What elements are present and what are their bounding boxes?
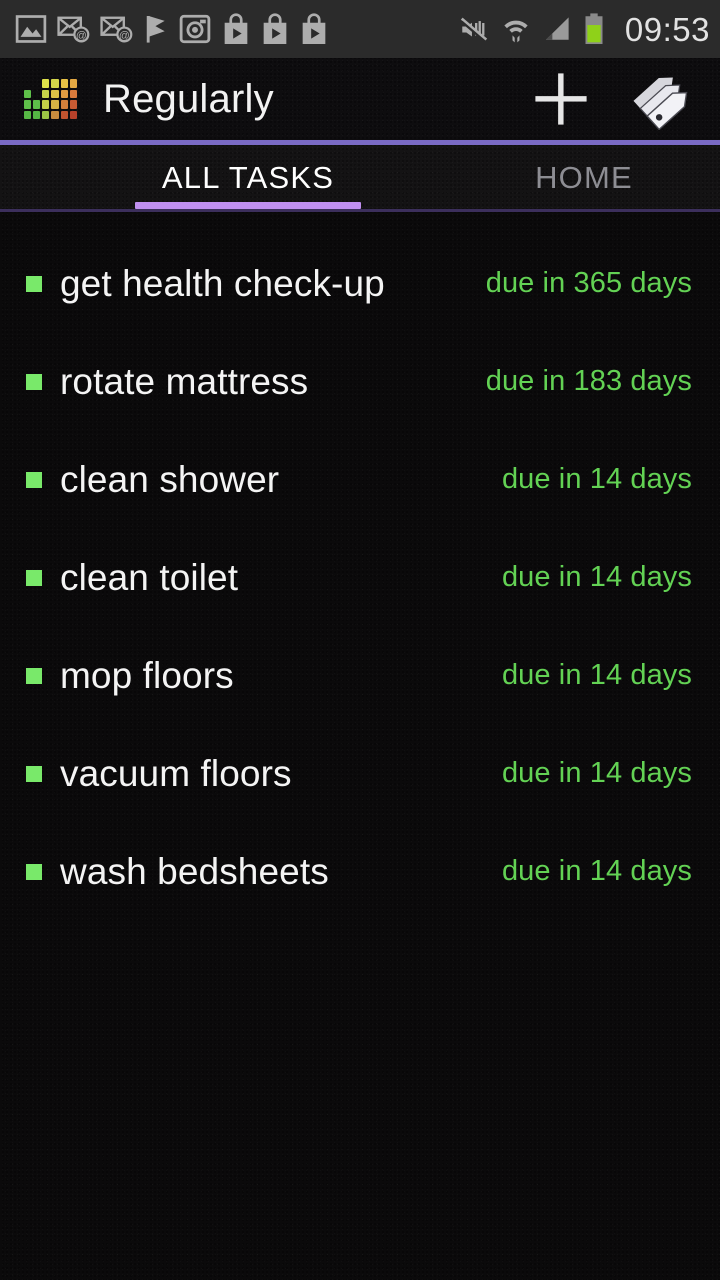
task-title: vacuum floors [60, 752, 292, 794]
task-list[interactable]: get health check-up due in 365 days rotate… [0, 212, 720, 1280]
plus-icon [535, 73, 587, 125]
wifi-icon [504, 20, 528, 43]
tab-all-tasks[interactable]: ALL TASKS [22, 145, 474, 209]
task-bullet-icon [26, 668, 42, 684]
task-title: wash bedsheets [60, 850, 329, 892]
task-bullet-icon [26, 374, 42, 390]
task-due-label: due in 14 days [501, 462, 692, 495]
status-bar-system-icons: 09:53 [457, 12, 710, 46]
task-due-label: due in 14 days [501, 560, 692, 593]
task-title: get health check-up [60, 262, 385, 304]
task-bullet-icon [26, 766, 42, 782]
task-bullet-icon [26, 864, 42, 880]
mute-vibrate-icon [460, 17, 488, 44]
task-due-label: due in 14 days [501, 854, 692, 887]
task-due-label: due in 14 days [501, 756, 692, 789]
task-row[interactable]: wash bedsheets due in 14 days [0, 822, 720, 920]
task-due-label: due in 365 days [485, 266, 692, 299]
tab-home[interactable]: HOME [474, 145, 694, 209]
task-bullet-icon [26, 276, 42, 292]
task-title: clean toilet [60, 556, 239, 598]
task-bullet-icon [26, 472, 42, 488]
status-bar-notification-icons: @ @ [14, 12, 457, 46]
task-row[interactable]: mop floors due in 14 days [0, 626, 720, 724]
app-screen: @ @ 09:53 Regularly ALL TASKS HOME get h… [0, 0, 720, 1280]
tab-home-label: HOME [535, 159, 633, 195]
app-title: Regularly [103, 77, 274, 121]
flag-icon [146, 16, 165, 43]
task-due-label: due in 183 days [485, 364, 692, 397]
play-store-download-icon-1 [224, 13, 248, 45]
email-icon-1: @ [57, 16, 90, 43]
tab-bar: ALL TASKS HOME [0, 145, 720, 209]
tags-button[interactable] [618, 58, 704, 140]
tag-icon [633, 77, 688, 130]
task-row[interactable]: clean toilet due in 14 days [0, 528, 720, 626]
task-title: rotate mattress [60, 360, 309, 402]
screenshot-image-icon [15, 15, 47, 43]
task-title: clean shower [60, 458, 280, 500]
play-store-download-icon-2 [263, 13, 287, 45]
tab-all-tasks-label: ALL TASKS [161, 159, 335, 195]
task-row[interactable]: rotate mattress due in 183 days [0, 332, 720, 430]
svg-text:@: @ [119, 30, 130, 42]
action-bar: Regularly [0, 58, 720, 140]
cellular-signal-icon [545, 17, 569, 40]
status-bar-clock: 09:53 [624, 10, 710, 48]
regularly-app-logo [24, 79, 86, 119]
camera-icon [179, 14, 211, 44]
add-task-button[interactable] [518, 58, 604, 140]
status-bar: @ @ 09:53 [0, 0, 720, 58]
task-row[interactable]: vacuum floors due in 14 days [0, 724, 720, 822]
tab-active-indicator [135, 202, 361, 209]
task-bullet-icon [26, 570, 42, 586]
action-bar-divider [0, 140, 720, 145]
tab-bar-divider [0, 209, 720, 212]
svg-text:@: @ [76, 30, 87, 42]
email-icon-2: @ [100, 16, 133, 43]
task-row[interactable]: get health check-up due in 365 days [0, 234, 720, 332]
play-store-download-icon-3 [302, 13, 326, 45]
task-title: mop floors [60, 654, 234, 696]
task-row[interactable]: clean shower due in 14 days [0, 430, 720, 528]
task-due-label: due in 14 days [501, 658, 692, 691]
battery-icon [585, 13, 603, 45]
